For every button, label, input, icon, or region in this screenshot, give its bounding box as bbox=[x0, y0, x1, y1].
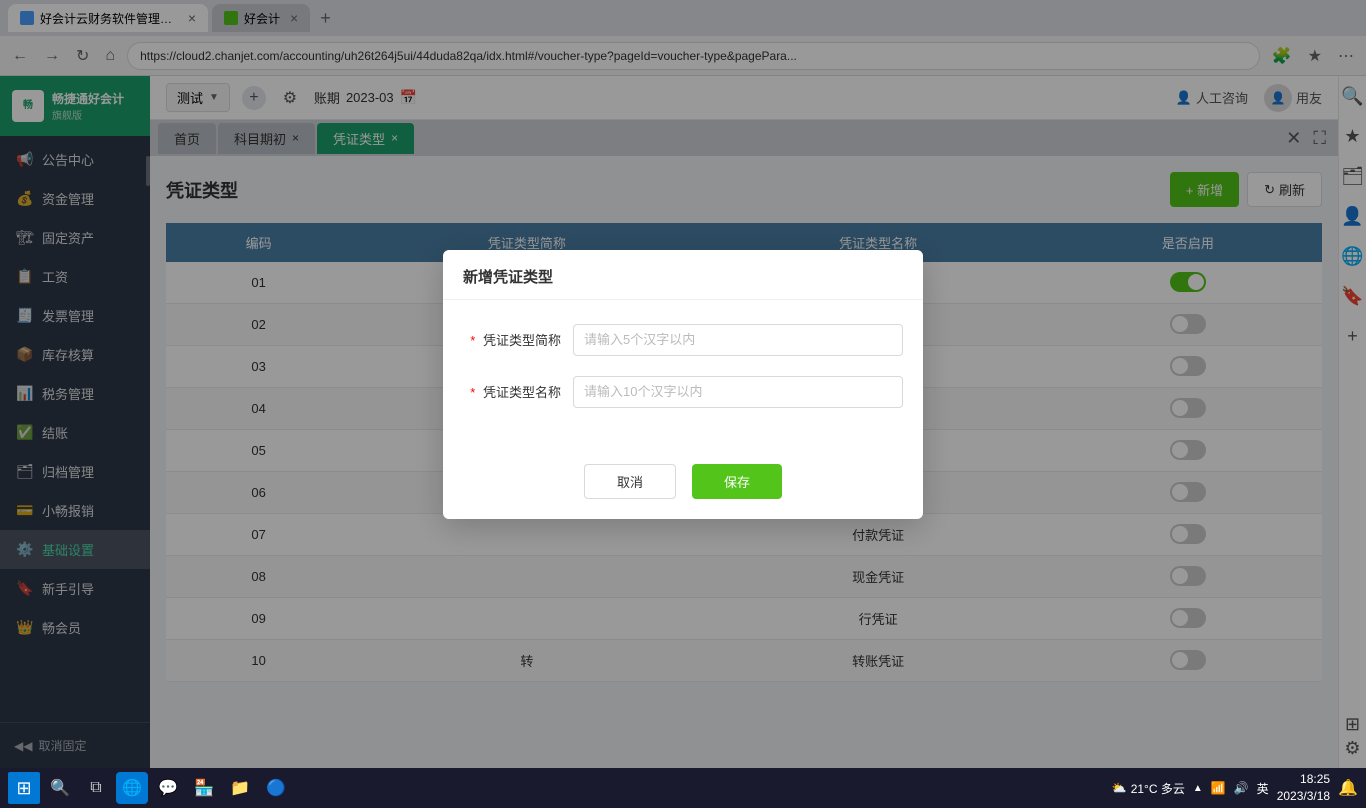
taskbar-app-store[interactable]: 🏪 bbox=[188, 772, 220, 804]
taskbar: ⊞ 🔍 ⧉ 🌐 💬 🏪 📁 🔵 ⛅ 21°C 多云 ▲ 📶 🔊 英 18:25 … bbox=[0, 768, 1366, 808]
windows-icon: ⊞ bbox=[16, 778, 31, 799]
wechat-icon: 💬 bbox=[158, 778, 178, 798]
form-row-full-name: * 凭证类型名称 bbox=[463, 376, 903, 408]
clock-time: 18:25 bbox=[1300, 771, 1330, 788]
browser-icon: 🔵 bbox=[266, 778, 286, 798]
taskbar-folder-app[interactable]: 📁 bbox=[224, 772, 256, 804]
dialog-footer: 取消 保存 bbox=[443, 452, 923, 519]
system-tray-arrow[interactable]: ▲ bbox=[1193, 783, 1203, 794]
dialog: 新增凭证类型 * 凭证类型简称 * 凭证类型名称 取消 保存 bbox=[443, 250, 923, 519]
dialog-header: 新增凭证类型 bbox=[443, 250, 923, 300]
short-name-label: * 凭证类型简称 bbox=[463, 330, 573, 349]
taskbar-clock[interactable]: 18:25 2023/3/18 bbox=[1277, 771, 1330, 805]
dialog-overlay: 新增凭证类型 * 凭证类型简称 * 凭证类型名称 取消 保存 bbox=[0, 0, 1366, 768]
taskbar-search-icon: 🔍 bbox=[50, 778, 70, 798]
notification-icon[interactable]: 🔔 bbox=[1338, 778, 1358, 798]
taskbar-browser-app[interactable]: 🔵 bbox=[260, 772, 292, 804]
dialog-body: * 凭证类型简称 * 凭证类型名称 bbox=[443, 300, 923, 452]
required-star-2: * bbox=[470, 385, 475, 400]
form-row-short-name: * 凭证类型简称 bbox=[463, 324, 903, 356]
full-name-label: * 凭证类型名称 bbox=[463, 382, 573, 401]
weather-icon: ⛅ bbox=[1112, 781, 1127, 795]
short-name-input[interactable] bbox=[573, 324, 903, 356]
cancel-button[interactable]: 取消 bbox=[584, 464, 676, 499]
save-button[interactable]: 保存 bbox=[692, 464, 782, 499]
taskbar-multitask-button[interactable]: ⧉ bbox=[80, 772, 112, 804]
required-star-1: * bbox=[470, 333, 475, 348]
taskbar-search-button[interactable]: 🔍 bbox=[44, 772, 76, 804]
multitask-icon: ⧉ bbox=[90, 779, 101, 797]
edge-icon: 🌐 bbox=[122, 778, 142, 798]
taskbar-wechat-app[interactable]: 💬 bbox=[152, 772, 184, 804]
weather-display: ⛅ 21°C 多云 bbox=[1112, 780, 1185, 797]
weather-text: 21°C 多云 bbox=[1131, 780, 1185, 797]
clock-date: 2023/3/18 bbox=[1277, 788, 1330, 805]
taskbar-edge-app[interactable]: 🌐 bbox=[116, 772, 148, 804]
language-display: 英 bbox=[1257, 780, 1269, 797]
start-button[interactable]: ⊞ bbox=[8, 772, 40, 804]
network-icon[interactable]: 📶 bbox=[1211, 781, 1226, 795]
store-icon: 🏪 bbox=[194, 778, 214, 798]
full-name-input[interactable] bbox=[573, 376, 903, 408]
volume-icon[interactable]: 🔊 bbox=[1234, 781, 1249, 795]
folder-icon: 📁 bbox=[230, 778, 250, 798]
